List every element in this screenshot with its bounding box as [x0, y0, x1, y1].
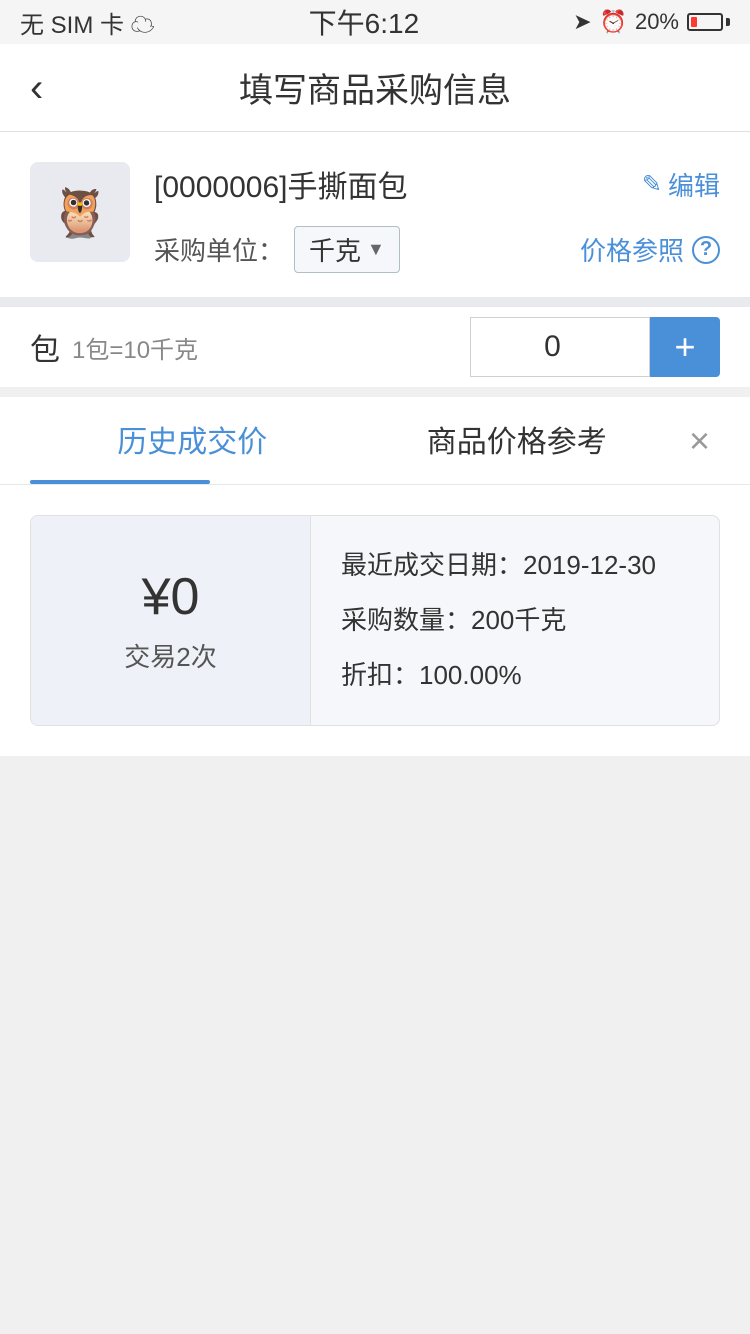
- trade-qty-label: 采购数量：: [341, 605, 471, 635]
- purchase-unit-row: 采购单位： 千克 ▼: [154, 226, 400, 273]
- trade-price-section: ¥0 交易2次: [31, 516, 311, 725]
- page-background: [0, 756, 750, 1156]
- status-left: 无 SIM 卡 ☁: [20, 5, 155, 40]
- unit-sub-label: 1包=10千克: [72, 330, 198, 365]
- unit-label: 包: [30, 325, 60, 369]
- purchase-unit-label: 采购单位：: [154, 231, 284, 268]
- quantity-input[interactable]: [470, 317, 650, 377]
- trade-date-value: 2019-12-30: [523, 550, 656, 580]
- trade-discount-value: 100.00%: [419, 660, 522, 690]
- status-right: ➤ ⏰ 20%: [573, 9, 730, 35]
- status-bar: 无 SIM 卡 ☁ 下午6:12 ➤ ⏰ 20%: [0, 0, 750, 44]
- trade-details-section: 最近成交日期：2019-12-30 采购数量：200千克 折扣：100.00%: [311, 516, 719, 725]
- unit-info: 包 1包=10千克: [30, 325, 198, 369]
- unit-dropdown[interactable]: 千克 ▼: [294, 226, 400, 273]
- tab-price-reference[interactable]: 商品价格参考: [354, 417, 678, 465]
- tab-history-price[interactable]: 历史成交价: [30, 417, 354, 465]
- dropdown-arrow-icon: ▼: [367, 239, 385, 260]
- trade-date-row: 最近成交日期：2019-12-30: [341, 546, 689, 585]
- history-content: ¥0 交易2次 最近成交日期：2019-12-30 采购数量：200千克 折扣：…: [0, 485, 750, 756]
- product-section: 🦉 [0000006]手撕面包 ✎ 编辑 采购单位： 千克 ▼: [0, 132, 750, 297]
- trade-card: ¥0 交易2次 最近成交日期：2019-12-30 采购数量：200千克 折扣：…: [30, 515, 720, 726]
- help-icon: ?: [692, 236, 720, 264]
- price-reference-button[interactable]: 价格参照 ?: [580, 231, 720, 268]
- tabs-section: 历史成交价 商品价格参考 × ¥0 交易2次 最近成交日期：2019-12-30…: [0, 397, 750, 756]
- section-divider: [0, 297, 750, 307]
- unit-value: 千克: [309, 231, 361, 268]
- page-title: 填写商品采购信息: [239, 63, 511, 112]
- trade-price-value: ¥0: [142, 567, 200, 627]
- product-logo-icon: 🦉: [50, 184, 110, 241]
- trade-date-label: 最近成交日期：: [341, 550, 523, 580]
- product-image: 🦉: [30, 162, 130, 262]
- edit-label: 编辑: [668, 166, 720, 203]
- tabs-close-button[interactable]: ×: [679, 410, 720, 472]
- trade-discount-row: 折扣：100.00%: [341, 656, 689, 695]
- trade-count-label: 交易2次: [124, 637, 216, 674]
- quantity-section: 包 1包=10千克 +: [0, 307, 750, 387]
- edit-icon: ✎: [642, 170, 662, 199]
- status-time: 下午6:12: [309, 2, 420, 42]
- trade-discount-label: 折扣：: [341, 660, 419, 690]
- tabs-header: 历史成交价 商品价格参考 ×: [0, 397, 750, 485]
- header: ‹ 填写商品采购信息: [0, 44, 750, 132]
- quantity-plus-button[interactable]: +: [650, 317, 720, 377]
- product-name: [0000006]手撕面包: [154, 162, 407, 206]
- location-icon: ➤: [573, 9, 591, 35]
- product-info: [0000006]手撕面包 ✎ 编辑 采购单位： 千克 ▼ 价格参照: [154, 162, 720, 273]
- tab-underline-indicator: [30, 480, 210, 484]
- battery-label: 20%: [635, 9, 679, 35]
- quantity-control: +: [470, 317, 720, 377]
- back-button[interactable]: ‹: [30, 68, 43, 108]
- alarm-icon: ⏰: [600, 9, 627, 35]
- battery-icon: [687, 13, 730, 31]
- price-ref-label: 价格参照: [580, 231, 684, 268]
- sim-label: 无 SIM 卡 ☁: [20, 5, 155, 40]
- trade-qty-row: 采购数量：200千克: [341, 601, 689, 640]
- trade-qty-value: 200千克: [471, 605, 566, 635]
- edit-button[interactable]: ✎ 编辑: [642, 166, 720, 203]
